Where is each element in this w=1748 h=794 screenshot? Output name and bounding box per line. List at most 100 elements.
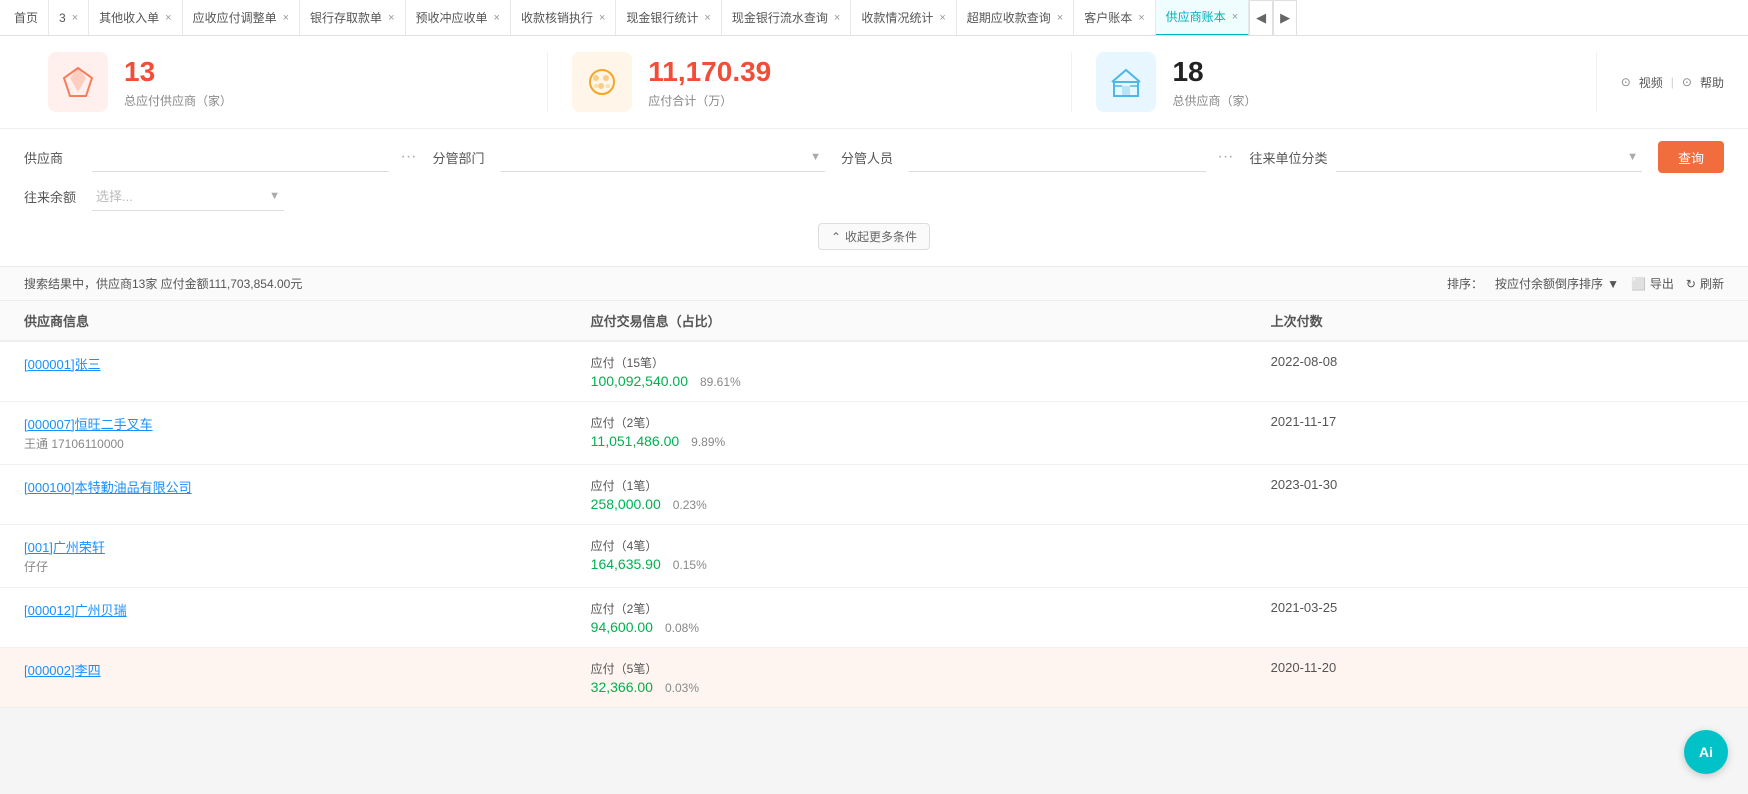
chevron-up-icon: ⌃	[831, 230, 841, 244]
close-tab-other-income[interactable]: ×	[165, 12, 171, 24]
results-summary-text: 搜索结果中，供应商13家 应付金额111,703,854.00元	[24, 275, 302, 292]
summary-payable-info: 11,170.39 应付合计（万）	[648, 56, 771, 109]
balance-select[interactable]: 选择... ▼	[92, 181, 284, 211]
sort-chevron-down-icon: ▼	[1607, 277, 1619, 291]
balance-chevron-down-icon: ▼	[269, 190, 280, 202]
lastpay-cell-6: 2020-11-20	[1271, 660, 1724, 675]
close-tab-3[interactable]: ×	[72, 12, 78, 24]
trans-label-5: 应付（2笔）	[591, 600, 1271, 617]
supplier-link-2[interactable]: [000007]恒旺二手叉车	[24, 414, 591, 433]
supplier-link-3[interactable]: [000100]本特勤油品有限公司	[24, 477, 591, 496]
tab-bank[interactable]: 银行存取款单 ×	[300, 0, 405, 36]
nav-prev-arrow[interactable]: ◀	[1249, 0, 1273, 36]
total-payable-suppliers-label: 总应付供应商（家）	[124, 92, 232, 109]
close-tab-advance-recv[interactable]: ×	[494, 12, 500, 24]
supplier-link-5[interactable]: [000012]广州贝瑞	[24, 600, 591, 619]
close-tab-recv-stat[interactable]: ×	[939, 12, 945, 24]
summary-all-suppliers-info: 18 总供应商（家）	[1172, 56, 1256, 109]
sort-button[interactable]: 按应付余额倒序排序 ▼	[1495, 275, 1619, 292]
tab-overdue-recv[interactable]: 超期应收款查询 ×	[957, 0, 1074, 36]
close-tab-cash-flow[interactable]: ×	[834, 12, 840, 24]
query-button[interactable]: 查询	[1658, 141, 1724, 173]
trans-label-4: 应付（4笔）	[591, 537, 1271, 554]
close-tab-customer-ledger[interactable]: ×	[1138, 12, 1144, 24]
tab-advance-recv[interactable]: 预收冲应收单 ×	[406, 0, 511, 36]
sort-label: 排序：	[1447, 275, 1483, 292]
lastpay-cell-3: 2023-01-30	[1271, 477, 1724, 492]
supplier-label: 供应商	[24, 148, 84, 167]
refresh-button[interactable]: ↻ 刷新	[1686, 275, 1724, 292]
person-filter: 分管人员 ···	[841, 142, 1234, 172]
person-dots[interactable]: ···	[1218, 148, 1234, 166]
transaction-cell-2: 应付（2笔） 11,051,486.00 9.89%	[591, 414, 1271, 449]
close-tab-supplier-ledger[interactable]: ×	[1232, 11, 1238, 23]
close-tab-recv-writeoff[interactable]: ×	[599, 12, 605, 24]
dept-chevron-down-icon: ▼	[810, 151, 821, 163]
summary-payable-total: 11,170.39 应付合计（万）	[548, 52, 1072, 112]
table-row: [000001]张三 应付（15笔） 100,092,540.00 89.61%…	[0, 342, 1748, 402]
supplier-cell-2: [000007]恒旺二手叉车 王通 17106110000	[24, 414, 591, 452]
tab-cash-stat[interactable]: 现金银行统计 ×	[616, 0, 721, 36]
tab-supplier-ledger[interactable]: 供应商账本 ×	[1156, 0, 1249, 36]
balance-filter: 往来余额 选择... ▼	[24, 181, 284, 211]
supplier-sub-2: 王通 17106110000	[24, 435, 591, 452]
supplier-dots[interactable]: ···	[401, 148, 417, 166]
video-link[interactable]: 视频	[1639, 74, 1663, 91]
table-row: [001]广州荣轩 仔仔 应付（4笔） 164,635.90 0.15%	[0, 525, 1748, 588]
collapse-button[interactable]: ⌃ 收起更多条件	[818, 223, 930, 250]
tab-recv-writeoff[interactable]: 收款核销执行 ×	[511, 0, 616, 36]
transaction-cell-3: 应付（1笔） 258,000.00 0.23%	[591, 477, 1271, 512]
table-row: [000012]广州贝瑞 应付（2笔） 94,600.00 0.08% 2021…	[0, 588, 1748, 648]
category-select[interactable]: ▼	[1336, 142, 1642, 172]
export-button[interactable]: ⬜ 导出	[1631, 275, 1674, 292]
diamond-icon	[48, 52, 108, 112]
tab-customer-ledger[interactable]: 客户账本 ×	[1074, 0, 1155, 36]
supplier-input[interactable]	[92, 142, 389, 172]
trans-pct-1: 89.61%	[700, 375, 741, 389]
grain-icon	[572, 52, 632, 112]
person-input[interactable]	[909, 142, 1206, 172]
supplier-cell-6: [000002]李四	[24, 660, 591, 679]
top-links: ⊙ 视频 | ⊙ 帮助	[1597, 74, 1724, 91]
close-tab-adjustment[interactable]: ×	[283, 12, 289, 24]
table-row: [000100]本特勤油品有限公司 应付（1笔） 258,000.00 0.23…	[0, 465, 1748, 525]
tab-adjustment[interactable]: 应收应付调整单 ×	[183, 0, 300, 36]
close-tab-cash-stat[interactable]: ×	[704, 12, 710, 24]
trans-pct-5: 0.08%	[665, 621, 699, 635]
trans-label-2: 应付（2笔）	[591, 414, 1271, 431]
lastpay-cell-1: 2022-08-08	[1271, 354, 1724, 369]
supplier-link-4[interactable]: [001]广州荣轩	[24, 537, 591, 556]
sort-area: 排序： 按应付余额倒序排序 ▼ ⬜ 导出 ↻ 刷新	[1447, 275, 1724, 292]
tab-home[interactable]: 首页	[4, 0, 49, 36]
category-label: 往来单位分类	[1250, 148, 1328, 167]
summary-total-suppliers: 13 总应付供应商（家）	[24, 52, 548, 112]
nav-next-arrow[interactable]: ▶	[1273, 0, 1297, 36]
table-row: [000007]恒旺二手叉车 王通 17106110000 应付（2笔） 11,…	[0, 402, 1748, 465]
lastpay-date-5: 2021-03-25	[1271, 600, 1338, 615]
trans-amount-5: 94,600.00	[591, 619, 653, 635]
tab-3[interactable]: 3 ×	[49, 0, 89, 36]
category-chevron-down-icon: ▼	[1627, 151, 1638, 163]
header-supplier: 供应商信息	[24, 311, 591, 330]
supplier-cell-4: [001]广州荣轩 仔仔	[24, 537, 591, 575]
supplier-link-6[interactable]: [000002]李四	[24, 660, 591, 679]
total-all-suppliers-number: 18	[1172, 56, 1256, 88]
ai-button[interactable]: Ai	[1684, 730, 1728, 774]
data-table: 供应商信息 应付交易信息（占比） 上次付数 [000001]张三 应付（15笔）…	[0, 301, 1748, 708]
payable-total-label: 应付合计（万）	[648, 92, 771, 109]
tab-recv-stat[interactable]: 收款情况统计 ×	[851, 0, 956, 36]
help-link[interactable]: 帮助	[1700, 74, 1724, 91]
trans-pct-3: 0.23%	[673, 498, 707, 512]
supplier-cell-1: [000001]张三	[24, 354, 591, 373]
dept-select[interactable]: ▼	[501, 142, 826, 172]
filter-row-1: 供应商 ··· 分管部门 ▼ 分管人员 ··· 往来单位分类 ▼ 查询	[24, 141, 1724, 173]
tab-cash-flow[interactable]: 现金银行流水查询 ×	[722, 0, 851, 36]
lastpay-cell-5: 2021-03-25	[1271, 600, 1724, 615]
tab-other-income[interactable]: 其他收入单 ×	[89, 0, 182, 36]
supplier-link-1[interactable]: [000001]张三	[24, 354, 591, 373]
transaction-cell-5: 应付（2笔） 94,600.00 0.08%	[591, 600, 1271, 635]
close-tab-bank[interactable]: ×	[388, 12, 394, 24]
table-header: 供应商信息 应付交易信息（占比） 上次付数	[0, 301, 1748, 342]
trans-amount-1: 100,092,540.00	[591, 373, 688, 389]
close-tab-overdue-recv[interactable]: ×	[1057, 12, 1063, 24]
